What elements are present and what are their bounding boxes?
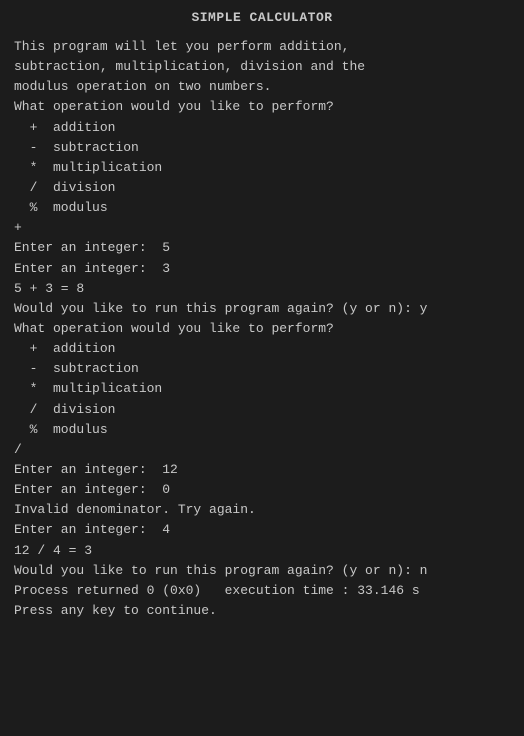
terminal-line-process: Process returned 0 (0x0) execution time … <box>14 581 510 601</box>
terminal-line-op1b: - subtraction <box>14 138 510 158</box>
terminal-line-int1a: Enter an integer: 5 <box>14 238 510 258</box>
terminal-line-op2c: * multiplication <box>14 379 510 399</box>
terminal-line-op1d: / division <box>14 178 510 198</box>
terminal-line-q1: What operation would you like to perform… <box>14 97 510 117</box>
terminal-line-input2: / <box>14 440 510 460</box>
terminal-line-int1b: Enter an integer: 3 <box>14 259 510 279</box>
terminal-line-invalid: Invalid denominator. Try again. <box>14 500 510 520</box>
terminal-line-input1: + <box>14 218 510 238</box>
terminal-line-op1c: * multiplication <box>14 158 510 178</box>
terminal-line-desc2: subtraction, multiplication, division an… <box>14 57 510 77</box>
terminal-line-op2d: / division <box>14 400 510 420</box>
terminal-line-q2: What operation would you like to perform… <box>14 319 510 339</box>
terminal-line-presskey: Press any key to continue. <box>14 601 510 621</box>
terminal-line-again1: Would you like to run this program again… <box>14 299 510 319</box>
terminal-window: SIMPLE CALCULATOR This program will let … <box>0 0 524 736</box>
terminal-line-op1a: + addition <box>14 118 510 138</box>
terminal-line-int2b: Enter an integer: 0 <box>14 480 510 500</box>
terminal-line-int2a: Enter an integer: 12 <box>14 460 510 480</box>
terminal-line-desc3: modulus operation on two numbers. <box>14 77 510 97</box>
terminal-line-again2: Would you like to run this program again… <box>14 561 510 581</box>
terminal-title: SIMPLE CALCULATOR <box>14 10 510 25</box>
terminal-line-result2: 12 / 4 = 3 <box>14 541 510 561</box>
terminal-content: This program will let you perform additi… <box>14 37 510 621</box>
terminal-line-op2e: % modulus <box>14 420 510 440</box>
terminal-line-desc1: This program will let you perform additi… <box>14 37 510 57</box>
terminal-line-op2a: + addition <box>14 339 510 359</box>
terminal-line-op2b: - subtraction <box>14 359 510 379</box>
terminal-line-op1e: % modulus <box>14 198 510 218</box>
terminal-line-result1: 5 + 3 = 8 <box>14 279 510 299</box>
terminal-line-int2c: Enter an integer: 4 <box>14 520 510 540</box>
